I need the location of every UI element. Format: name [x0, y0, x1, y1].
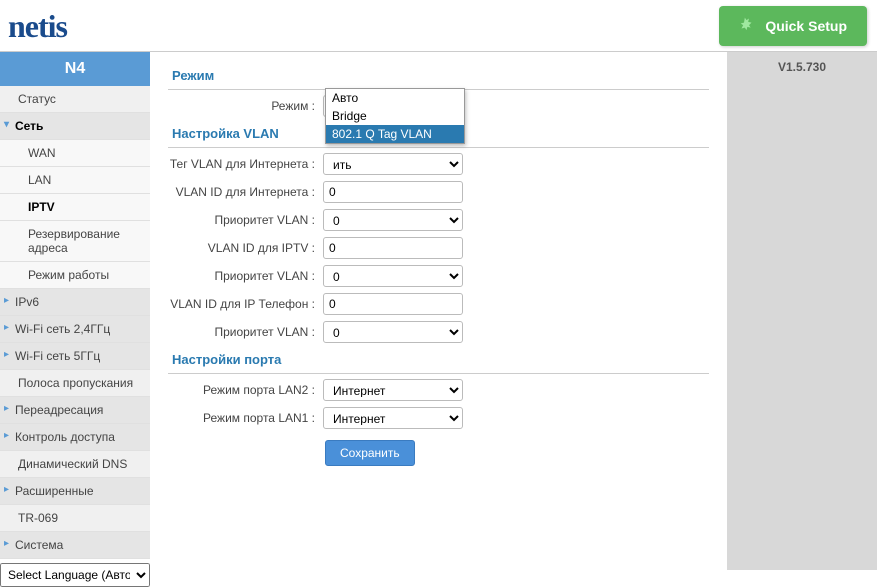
vlan-row-6: Приоритет VLAN :0	[168, 318, 709, 346]
vlan-ctrl-3[interactable]	[323, 237, 463, 259]
nav-item-10[interactable]: Полоса пропускания	[0, 370, 150, 397]
mode-option-1[interactable]: Bridge	[326, 107, 464, 125]
wand-icon	[739, 16, 759, 36]
port-label-1: Режим порта LAN1 :	[168, 411, 323, 425]
nav-item-16[interactable]: Система	[0, 532, 150, 559]
version-label: V1.5.730	[778, 60, 826, 74]
nav-item-12[interactable]: Контроль доступа	[0, 424, 150, 451]
quick-setup-button[interactable]: Quick Setup	[719, 6, 867, 46]
save-button[interactable]: Сохранить	[325, 440, 415, 466]
port-select-0[interactable]: Интернет	[323, 379, 463, 401]
vlan-label-1: VLAN ID для Интернета :	[168, 185, 323, 199]
version-panel: V1.5.730	[727, 52, 877, 570]
nav-item-8[interactable]: Wi-Fi сеть 2,4ГГц	[0, 316, 150, 343]
nav-item-1[interactable]: Сеть	[0, 113, 150, 140]
section-title-port: Настройки порта	[168, 346, 709, 374]
container: N4 СтатусСетьWANLANIPTVРезервирование ад…	[0, 52, 877, 570]
vlan-ctrl-6[interactable]: 0	[323, 321, 463, 343]
main-panel: Режим Режим : 802.1 Q Tag VLAN АвтоBridg…	[150, 52, 727, 570]
mode-dropdown: АвтоBridge802.1 Q Tag VLAN	[325, 88, 465, 144]
vlan-row-1: VLAN ID для Интернета :	[168, 178, 709, 206]
mode-option-0[interactable]: Авто	[326, 89, 464, 107]
model-label: N4	[0, 52, 150, 86]
vlan-label-2: Приоритет VLAN :	[168, 213, 323, 227]
vlan-label-5: VLAN ID для IP Телефон :	[168, 297, 323, 311]
mode-option-2[interactable]: 802.1 Q Tag VLAN	[326, 125, 464, 143]
vlan-ctrl-0[interactable]: ить	[323, 153, 463, 175]
vlan-row-4: Приоритет VLAN :0	[168, 262, 709, 290]
nav-item-7[interactable]: IPv6	[0, 289, 150, 316]
quick-setup-label: Quick Setup	[765, 18, 847, 34]
nav-item-14[interactable]: Расширенные	[0, 478, 150, 505]
vlan-label-3: VLAN ID для IPTV :	[168, 241, 323, 255]
mode-section: Режим Режим : 802.1 Q Tag VLAN АвтоBridg…	[168, 62, 709, 120]
port-label-0: Режим порта LAN2 :	[168, 383, 323, 397]
vlan-label-4: Приоритет VLAN :	[168, 269, 323, 283]
logo: netis	[8, 8, 67, 45]
vlan-row-3: VLAN ID для IPTV :	[168, 234, 709, 262]
nav-item-15[interactable]: TR-069	[0, 505, 150, 532]
nav-item-0[interactable]: Статус	[0, 86, 150, 113]
sidebar: N4 СтатусСетьWANLANIPTVРезервирование ад…	[0, 52, 150, 570]
mode-label: Режим :	[168, 99, 323, 113]
vlan-row-5: VLAN ID для IP Телефон :	[168, 290, 709, 318]
header: netis Quick Setup	[0, 0, 877, 52]
vlan-label-0: Тег VLAN для Интернета :	[168, 157, 323, 171]
port-select-1[interactable]: Интернет	[323, 407, 463, 429]
port-row-1: Режим порта LAN1 :Интернет	[168, 404, 709, 432]
nav-item-4[interactable]: IPTV	[0, 194, 150, 221]
port-row-0: Режим порта LAN2 :Интернет	[168, 376, 709, 404]
vlan-label-6: Приоритет VLAN :	[168, 325, 323, 339]
vlan-row-2: Приоритет VLAN :0	[168, 206, 709, 234]
language-select[interactable]: Select Language (Авто)	[0, 563, 150, 587]
nav-item-11[interactable]: Переадресация	[0, 397, 150, 424]
vlan-row-0: Тег VLAN для Интернета :ить	[168, 150, 709, 178]
nav-item-13[interactable]: Динамический DNS	[0, 451, 150, 478]
nav-item-3[interactable]: LAN	[0, 167, 150, 194]
nav-item-5[interactable]: Резервирование адреса	[0, 221, 150, 262]
vlan-ctrl-1[interactable]	[323, 181, 463, 203]
nav-item-9[interactable]: Wi-Fi сеть 5ГГц	[0, 343, 150, 370]
nav-item-6[interactable]: Режим работы	[0, 262, 150, 289]
vlan-ctrl-2[interactable]: 0	[323, 209, 463, 231]
vlan-ctrl-5[interactable]	[323, 293, 463, 315]
vlan-ctrl-4[interactable]: 0	[323, 265, 463, 287]
nav-item-2[interactable]: WAN	[0, 140, 150, 167]
section-title-mode: Режим	[168, 62, 709, 90]
